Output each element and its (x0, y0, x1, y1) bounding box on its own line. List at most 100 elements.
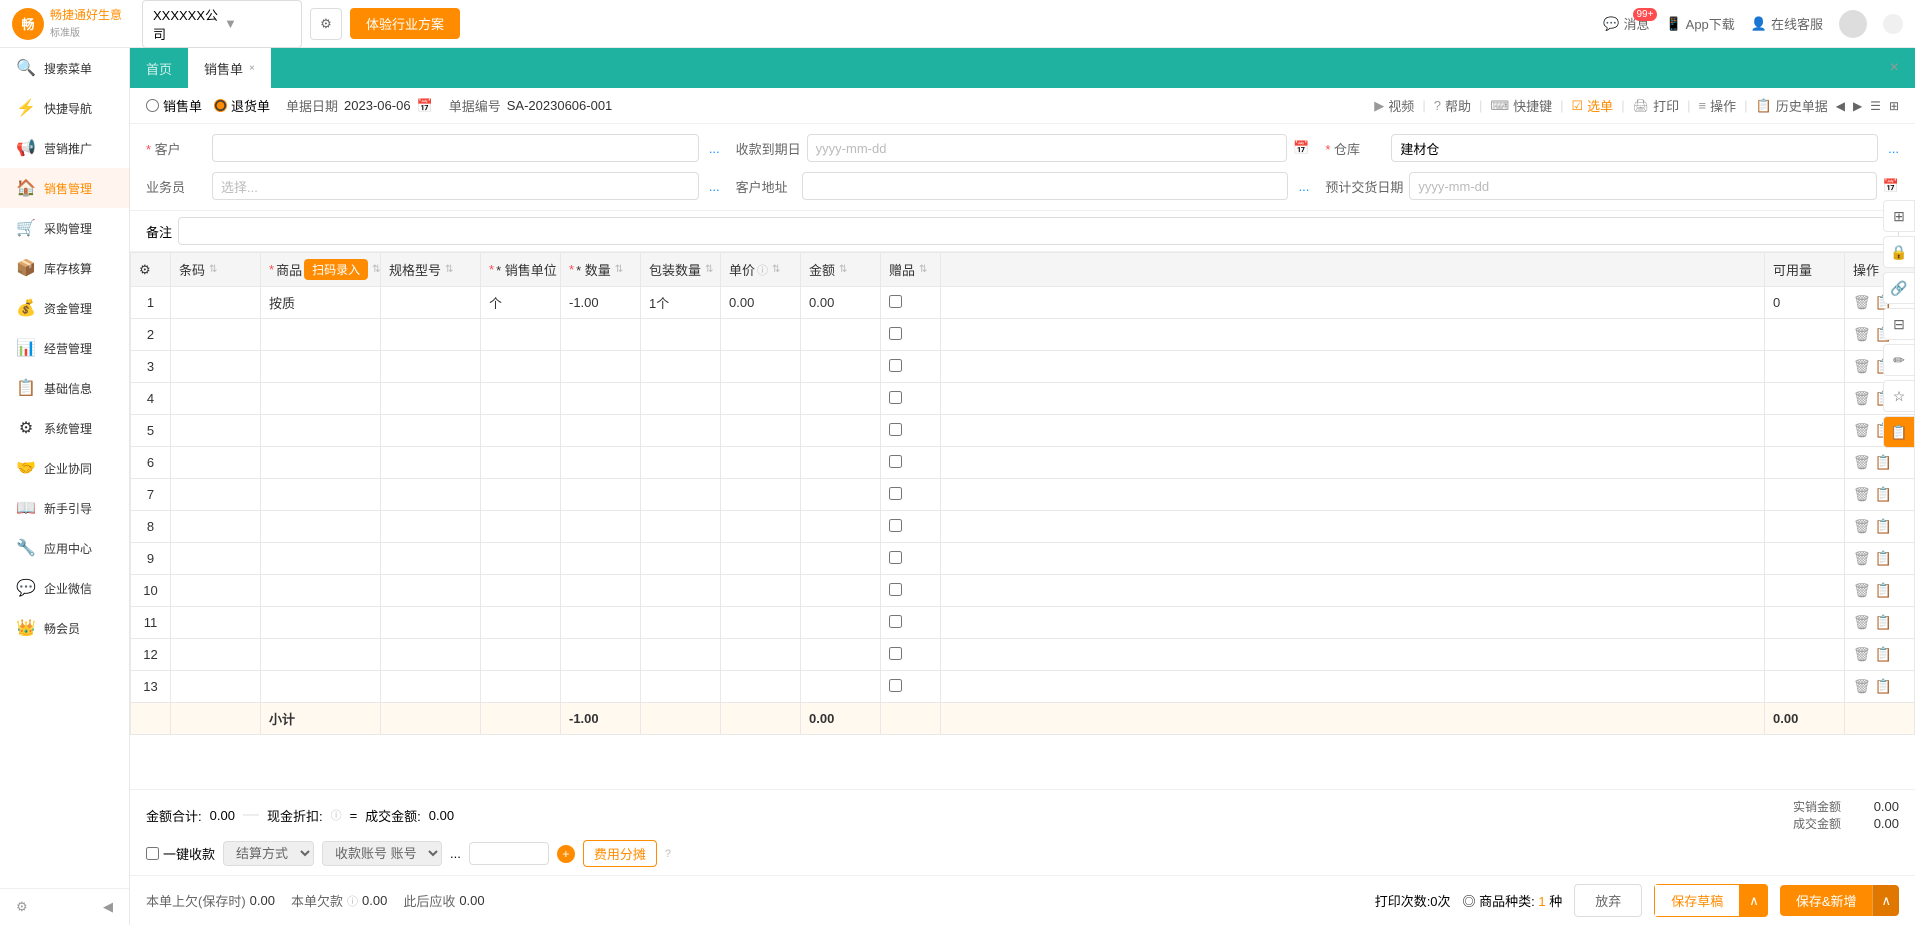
row-barcode[interactable] (171, 479, 261, 511)
save-draft-dropdown[interactable]: ∧ (1740, 884, 1768, 917)
row-pkg-qty[interactable] (641, 319, 721, 351)
row-gift[interactable] (881, 415, 941, 447)
address-dots[interactable]: ... (1298, 179, 1309, 194)
row-qty[interactable] (561, 671, 641, 703)
float-action-orange[interactable]: 📋 (1883, 416, 1915, 448)
expense-info-icon[interactable]: ? (665, 848, 671, 860)
row-spec[interactable] (381, 383, 481, 415)
row-gift[interactable] (881, 671, 941, 703)
row-gift[interactable] (881, 511, 941, 543)
row-unit[interactable] (481, 447, 561, 479)
row-amount[interactable] (801, 575, 881, 607)
row-qty[interactable] (561, 319, 641, 351)
row-delete-button[interactable]: 🗑 (1853, 358, 1871, 375)
row-price[interactable] (721, 319, 801, 351)
expense-split-button[interactable]: 费用分摊 (583, 840, 657, 867)
row-price[interactable]: 0.00 (721, 287, 801, 319)
trial-button[interactable]: 体验行业方案 (350, 8, 460, 39)
view-list[interactable]: ☰ (1870, 99, 1881, 113)
row-unit[interactable] (481, 639, 561, 671)
scan-button[interactable]: 扫码录入 (304, 259, 368, 280)
sidebar-item-guide[interactable]: 📖 新手引导 (0, 488, 129, 528)
row-qty[interactable] (561, 511, 641, 543)
action-help[interactable]: ? 帮助 (1434, 96, 1471, 115)
row-barcode[interactable] (171, 671, 261, 703)
row-barcode[interactable] (171, 447, 261, 479)
row-amount[interactable] (801, 671, 881, 703)
radio-return-input[interactable] (214, 99, 227, 112)
row-delete-button[interactable]: 🗑 (1853, 646, 1871, 663)
save-new-dropdown[interactable]: ∧ (1872, 885, 1899, 916)
delivery-date-input[interactable]: yyyy-mm-dd (1409, 172, 1876, 200)
row-product[interactable] (261, 319, 381, 351)
row-product[interactable] (261, 575, 381, 607)
row-qty[interactable] (561, 607, 641, 639)
date-calendar-icon[interactable]: 📅 (417, 98, 433, 114)
nav-prev[interactable]: ◀ (1836, 99, 1845, 113)
row-gift[interactable] (881, 575, 941, 607)
row-spec[interactable] (381, 575, 481, 607)
sidebar-item-member[interactable]: 👑 畅会员 (0, 608, 129, 648)
tab-sales-order[interactable]: 销售单 × (188, 48, 271, 88)
row-pkg-qty[interactable] (641, 511, 721, 543)
message-button[interactable]: 💬 消息 99+ (1603, 14, 1649, 33)
row-barcode[interactable] (171, 639, 261, 671)
customer-address-input[interactable] (802, 172, 1289, 200)
row-gift[interactable] (881, 351, 941, 383)
abandon-button[interactable]: 放弃 (1574, 884, 1642, 917)
owed-info-icon[interactable]: ⓘ (347, 893, 358, 909)
row-gift[interactable] (881, 447, 941, 479)
row-amount[interactable] (801, 511, 881, 543)
row-price[interactable] (721, 671, 801, 703)
row-pkg-qty[interactable] (641, 671, 721, 703)
row-copy-button[interactable]: 📋 (1875, 646, 1892, 663)
radio-return[interactable]: 退货单 (214, 96, 270, 115)
row-delete-button[interactable]: 🗑 (1853, 550, 1871, 567)
add-payment-button[interactable]: + (557, 845, 575, 863)
row-copy-button[interactable]: 📋 (1875, 454, 1892, 471)
row-pkg-qty[interactable] (641, 543, 721, 575)
customer-dots[interactable]: ... (709, 141, 720, 156)
nav-next[interactable]: ▶ (1853, 99, 1862, 113)
row-amount[interactable] (801, 447, 881, 479)
row-price[interactable] (721, 447, 801, 479)
row-qty[interactable] (561, 447, 641, 479)
row-product[interactable] (261, 543, 381, 575)
company-select[interactable]: XXXXXX公司 ▼ (142, 0, 302, 48)
settle-account-select[interactable]: 收款账号 账号 (322, 841, 442, 866)
row-pkg-qty[interactable] (641, 351, 721, 383)
row-barcode[interactable] (171, 543, 261, 575)
row-delete-button[interactable]: 🗑 (1853, 582, 1871, 599)
sidebar-item-marketing[interactable]: 📢 营销推广 (0, 128, 129, 168)
settle-method-select[interactable]: 结算方式 (223, 841, 314, 866)
row-qty[interactable] (561, 383, 641, 415)
float-edit[interactable]: ✏ (1883, 344, 1915, 376)
row-unit[interactable] (481, 607, 561, 639)
row-unit[interactable] (481, 543, 561, 575)
float-table-view[interactable]: ⊞ (1883, 200, 1915, 232)
row-qty[interactable] (561, 575, 641, 607)
row-amount[interactable] (801, 479, 881, 511)
row-amount[interactable] (801, 383, 881, 415)
float-star[interactable]: ☆ (1883, 380, 1915, 412)
row-pkg-qty[interactable] (641, 607, 721, 639)
row-pkg-qty[interactable] (641, 639, 721, 671)
app-download-button[interactable]: 📱 App下载 (1665, 14, 1734, 33)
discount-info-icon[interactable]: ⓘ (331, 807, 342, 823)
sidebar-item-system[interactable]: ⚙ 系统管理 (0, 408, 129, 448)
row-price[interactable] (721, 639, 801, 671)
row-gift[interactable] (881, 607, 941, 639)
action-ops[interactable]: ≡ 操作 (1699, 96, 1737, 115)
table-settings-icon[interactable]: ⚙ (139, 262, 151, 277)
row-spec[interactable] (381, 447, 481, 479)
sidebar-item-sales[interactable]: 🏠 销售管理 (0, 168, 129, 208)
row-price[interactable] (721, 543, 801, 575)
float-grid[interactable]: ⊟ (1883, 308, 1915, 340)
row-spec[interactable] (381, 415, 481, 447)
row-copy-button[interactable]: 📋 (1875, 614, 1892, 631)
sidebar-item-basic[interactable]: 📋 基础信息 (0, 368, 129, 408)
row-gift[interactable] (881, 287, 941, 319)
row-amount[interactable] (801, 415, 881, 447)
tab-close-icon[interactable]: × (249, 63, 255, 74)
row-gift[interactable] (881, 319, 941, 351)
